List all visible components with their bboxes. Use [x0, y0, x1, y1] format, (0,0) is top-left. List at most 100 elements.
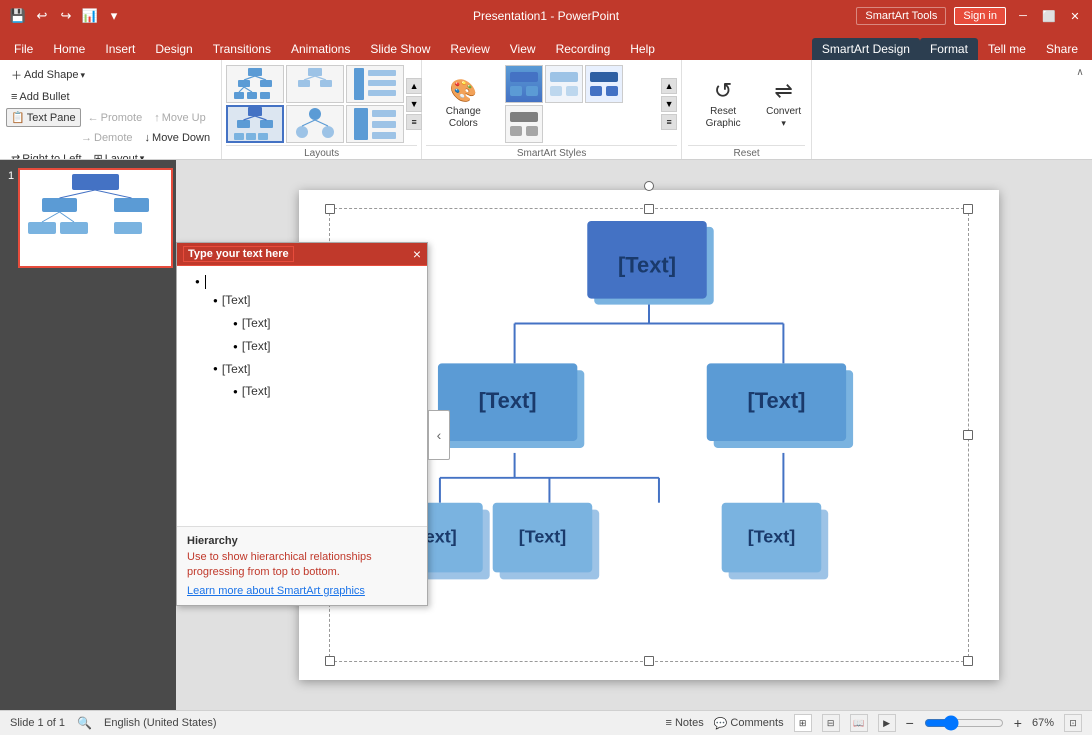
tab-file[interactable]: File — [4, 38, 43, 60]
restore-button[interactable]: ⬜ — [1040, 7, 1058, 25]
slide-thumbnail[interactable] — [18, 168, 173, 268]
fit-slide-button[interactable]: 🔍 — [77, 716, 92, 730]
selection-handle-tl[interactable] — [325, 204, 335, 214]
layout-item-4[interactable] — [226, 105, 284, 143]
window-title: Presentation1 - PowerPoint — [473, 9, 619, 23]
dropdown-icon[interactable]: ▾ — [104, 6, 124, 26]
layout-dropdown-icon[interactable]: ▾ — [140, 153, 145, 160]
add-shape-dropdown-icon[interactable]: ▾ — [80, 70, 85, 81]
sign-in-button[interactable]: Sign in — [954, 7, 1006, 25]
selection-handle-tr[interactable] — [963, 204, 973, 214]
tab-view[interactable]: View — [500, 38, 546, 60]
text-cursor — [205, 275, 206, 289]
layout-item-6[interactable] — [346, 105, 404, 143]
reset-graphic-button[interactable]: ↺ Reset Graphic — [688, 73, 758, 135]
layout-item-1[interactable] — [226, 65, 284, 103]
convert-dropdown-icon[interactable]: ▾ — [781, 118, 786, 129]
demote-icon: → — [81, 132, 92, 144]
ribbon: ＋ Add Shape ▾ ≡ Add Bullet 📋 Text Pane ←… — [0, 60, 1092, 160]
tab-animations[interactable]: Animations — [281, 38, 360, 60]
text-pane: Type your text here × ● ● [Text] ● [Text… — [176, 242, 428, 606]
tab-design[interactable]: Design — [145, 38, 202, 60]
layouts-scroll-down[interactable]: ▼ — [406, 96, 422, 112]
title-bar-controls: SmartArt Tools Sign in ─ ⬜ ✕ — [856, 7, 1084, 25]
main-slide-area: Type your text here × ● ● [Text] ● [Text… — [176, 160, 1092, 710]
slideshow-view-button[interactable]: ▶ — [878, 714, 896, 732]
tab-slideshow[interactable]: Slide Show — [360, 38, 440, 60]
tab-recording[interactable]: Recording — [546, 38, 621, 60]
reading-view-button[interactable]: 📖 — [850, 714, 868, 732]
presentation-icon[interactable]: 📊 — [80, 6, 100, 26]
layout-item-3[interactable] — [346, 65, 404, 103]
notes-icon: ≡ — [666, 717, 672, 729]
text-pane-collapse-button[interactable]: ‹ — [428, 410, 450, 460]
notes-button[interactable]: ≡ Notes — [666, 717, 704, 729]
rotation-handle[interactable] — [644, 181, 654, 191]
undo-icon[interactable]: ↩ — [32, 6, 52, 26]
minimize-button[interactable]: ─ — [1014, 7, 1032, 25]
layouts-more[interactable]: ≡ — [406, 114, 422, 130]
convert-button[interactable]: ⇌ Convert ▾ — [762, 73, 805, 134]
layout-item-2[interactable] — [286, 65, 344, 103]
selection-handle-br[interactable] — [963, 656, 973, 666]
outline-item-0: ● — [195, 274, 415, 289]
tab-format[interactable]: Format — [920, 38, 978, 60]
move-up-icon: ↑ — [154, 112, 160, 124]
status-right: ≡ Notes 💬 Comments ⊞ ⊟ 📖 ▶ − + 67% ⊡ — [666, 714, 1082, 732]
text-pane-close-button[interactable]: × — [413, 247, 421, 261]
slide-panel: 1 — [0, 160, 176, 710]
comments-button[interactable]: 💬 Comments — [714, 717, 784, 730]
text-pane-button[interactable]: 📋 Text Pane — [6, 108, 81, 127]
convert-icon: ⇌ — [774, 78, 792, 104]
tab-smartart-design[interactable]: SmartArt Design — [812, 38, 920, 60]
zoom-slider[interactable] — [924, 717, 1004, 729]
style-item-2[interactable] — [545, 65, 583, 103]
selection-handle-bl[interactable] — [325, 656, 335, 666]
layout-icon: ⊞ — [94, 152, 103, 160]
hierarchy-link[interactable]: Learn more about SmartArt graphics — [187, 585, 417, 597]
demote-button[interactable]: → Demote — [76, 129, 138, 147]
redo-icon[interactable]: ↪ — [56, 6, 76, 26]
tab-home[interactable]: Home — [43, 38, 95, 60]
share-tab[interactable]: Share — [1036, 38, 1088, 60]
tab-insert[interactable]: Insert — [95, 38, 145, 60]
selection-handle-mr[interactable] — [963, 430, 973, 440]
tab-help[interactable]: Help — [620, 38, 665, 60]
rtl-icon: ⇄ — [11, 152, 20, 160]
selection-handle-bm[interactable] — [644, 656, 654, 666]
zoom-out-button[interactable]: − — [906, 716, 914, 730]
tab-bar: File Home Insert Design Transitions Anim… — [0, 32, 1092, 60]
layout-button[interactable]: ⊞ Layout ▾ — [89, 149, 150, 160]
text-pane-content[interactable]: ● ● [Text] ● [Text] ● [Text] ● [Text] — [177, 266, 427, 526]
move-down-button[interactable]: ↓ Move Down — [140, 129, 216, 147]
normal-view-button[interactable]: ⊞ — [794, 714, 812, 732]
layout-item-5[interactable] — [286, 105, 344, 143]
tab-transitions[interactable]: Transitions — [203, 38, 281, 60]
collapse-ribbon-button[interactable]: ∧ — [1072, 64, 1088, 80]
change-colors-button[interactable]: 🎨 Change Colors — [426, 73, 500, 135]
styles-scroll-up[interactable]: ▲ — [661, 78, 677, 94]
svg-text:[Text]: [Text] — [479, 388, 537, 413]
fit-slide-button-right[interactable]: ⊡ — [1064, 714, 1082, 732]
right-to-left-button[interactable]: ⇄ Right to Left — [6, 149, 87, 160]
close-button[interactable]: ✕ — [1066, 7, 1084, 25]
tab-review[interactable]: Review — [440, 38, 499, 60]
add-bullet-button[interactable]: ≡ Add Bullet — [6, 88, 75, 106]
style-item-3[interactable] — [585, 65, 623, 103]
zoom-in-button[interactable]: + — [1014, 716, 1022, 730]
styles-more[interactable]: ≡ — [661, 114, 677, 130]
layouts-scroll-up[interactable]: ▲ — [406, 78, 422, 94]
promote-button[interactable]: ← Promote — [83, 108, 148, 127]
save-icon[interactable]: 💾 — [8, 6, 28, 26]
slide-sorter-button[interactable]: ⊟ — [822, 714, 840, 732]
text-pane-header: Type your text here × — [177, 243, 427, 266]
title-bar-left: 💾 ↩ ↪ 📊 ▾ — [8, 6, 124, 26]
tell-me-tab[interactable]: Tell me — [978, 38, 1036, 60]
outline-item-1: ● [Text] — [213, 289, 415, 312]
selection-handle-tm[interactable] — [644, 204, 654, 214]
move-up-button[interactable]: ↑ Move Up — [149, 108, 211, 127]
style-item-1[interactable] — [505, 65, 543, 103]
add-shape-button[interactable]: ＋ Add Shape ▾ — [6, 64, 90, 86]
style-item-4[interactable] — [505, 105, 543, 143]
styles-scroll-down[interactable]: ▼ — [661, 96, 677, 112]
